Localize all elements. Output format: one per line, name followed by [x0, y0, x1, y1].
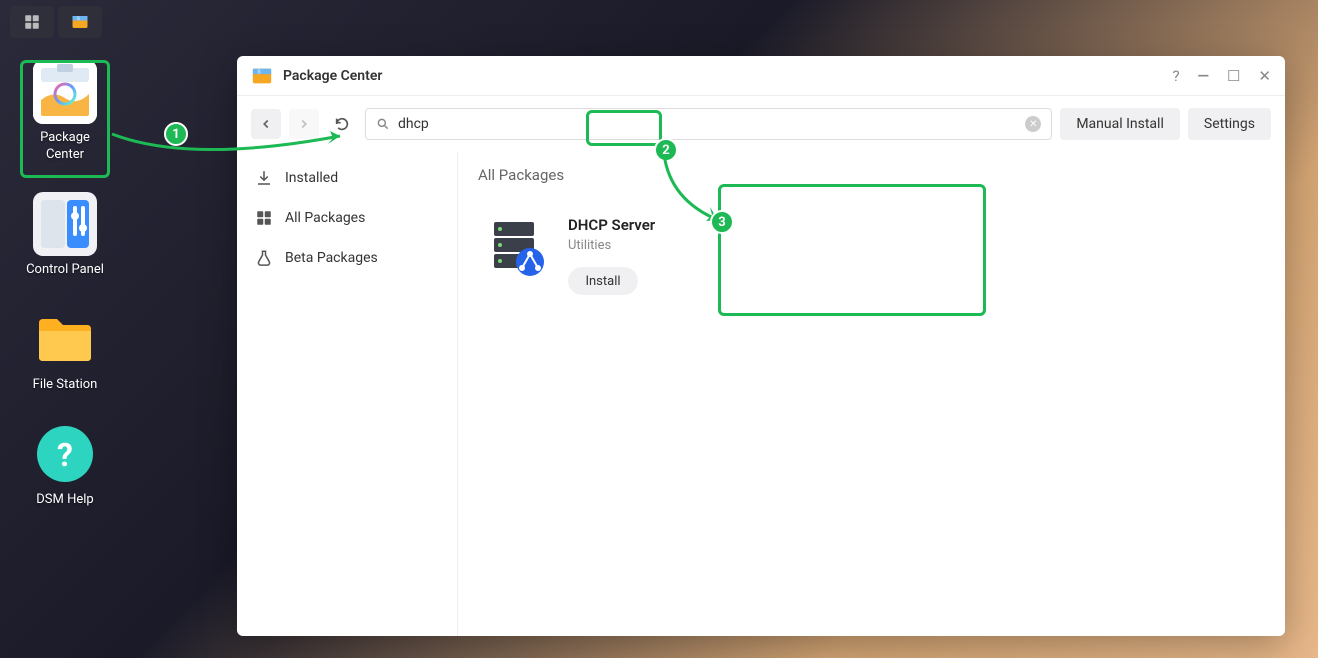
close-icon[interactable]: ✕	[1258, 67, 1271, 85]
download-icon	[255, 169, 273, 187]
window-controls: ? — ☐ ✕	[1172, 67, 1271, 85]
sidebar-item-label: Beta Packages	[285, 250, 378, 266]
package-card[interactable]: DHCP Server Utilities Install	[478, 202, 738, 309]
taskbar-package-center-icon[interactable]: S	[58, 6, 102, 38]
content-area: All Packages DHCP Server Utilities Insta…	[457, 152, 1285, 636]
sidebar-item-installed[interactable]: Installed	[237, 158, 457, 198]
package-info: DHCP Server Utilities Install	[568, 216, 655, 295]
sidebar: Installed All Packages Beta Packages	[237, 152, 457, 636]
clear-search-icon[interactable]: ✕	[1025, 116, 1041, 132]
minimize-icon[interactable]: —	[1198, 67, 1209, 85]
sidebar-item-all-packages[interactable]: All Packages	[237, 198, 457, 238]
toolbar: ✕ Manual Install Settings	[237, 96, 1285, 152]
package-category: Utilities	[568, 238, 655, 253]
titlebar: S Package Center ? — ☐ ✕	[237, 56, 1285, 96]
package-center-icon: S	[251, 65, 273, 87]
content-heading: All Packages	[478, 166, 1265, 184]
install-button[interactable]: Install	[568, 267, 638, 295]
svg-text:?: ?	[57, 436, 73, 474]
window-body: Installed All Packages Beta Packages All…	[237, 152, 1285, 636]
desktop-icon-control-panel[interactable]: Control Panel	[20, 192, 110, 279]
package-center-window: S Package Center ? — ☐ ✕ ✕ Manual Instal…	[237, 56, 1285, 636]
desktop-icons: Package Center Control Panel File Statio…	[20, 60, 110, 508]
forward-button[interactable]	[289, 109, 319, 139]
search-icon	[376, 117, 390, 131]
desktop-icon-label: File Station	[33, 377, 98, 394]
desktop-icon-file-station[interactable]: File Station	[20, 307, 110, 394]
dhcp-server-icon	[486, 216, 550, 280]
taskbar: S	[0, 0, 112, 44]
beta-icon	[255, 249, 273, 267]
grid-icon	[255, 209, 273, 227]
window-title: Package Center	[283, 68, 1172, 84]
desktop-icon-dsm-help[interactable]: ? DSM Help	[20, 422, 110, 509]
svg-text:S: S	[77, 16, 80, 22]
package-name: DHCP Server	[568, 216, 655, 234]
settings-button[interactable]: Settings	[1188, 108, 1271, 140]
back-button[interactable]	[251, 109, 281, 139]
taskbar-apps-icon[interactable]	[10, 6, 54, 38]
desktop-icon-label: Control Panel	[26, 262, 104, 279]
sidebar-item-beta-packages[interactable]: Beta Packages	[237, 238, 457, 278]
annotation-badge-1: 1	[164, 122, 188, 146]
search-box: ✕	[365, 108, 1052, 140]
maximize-icon[interactable]: ☐	[1227, 67, 1240, 85]
manual-install-button[interactable]: Manual Install	[1060, 108, 1180, 140]
desktop-icon-package-center[interactable]: Package Center	[20, 60, 110, 164]
search-input[interactable]	[398, 116, 1025, 132]
refresh-button[interactable]	[327, 109, 357, 139]
desktop-icon-label: DSM Help	[36, 492, 93, 509]
sidebar-item-label: All Packages	[285, 210, 365, 226]
sidebar-item-label: Installed	[285, 170, 338, 186]
desktop-icon-label: Package Center	[20, 130, 110, 164]
help-icon[interactable]: ?	[1172, 67, 1179, 85]
